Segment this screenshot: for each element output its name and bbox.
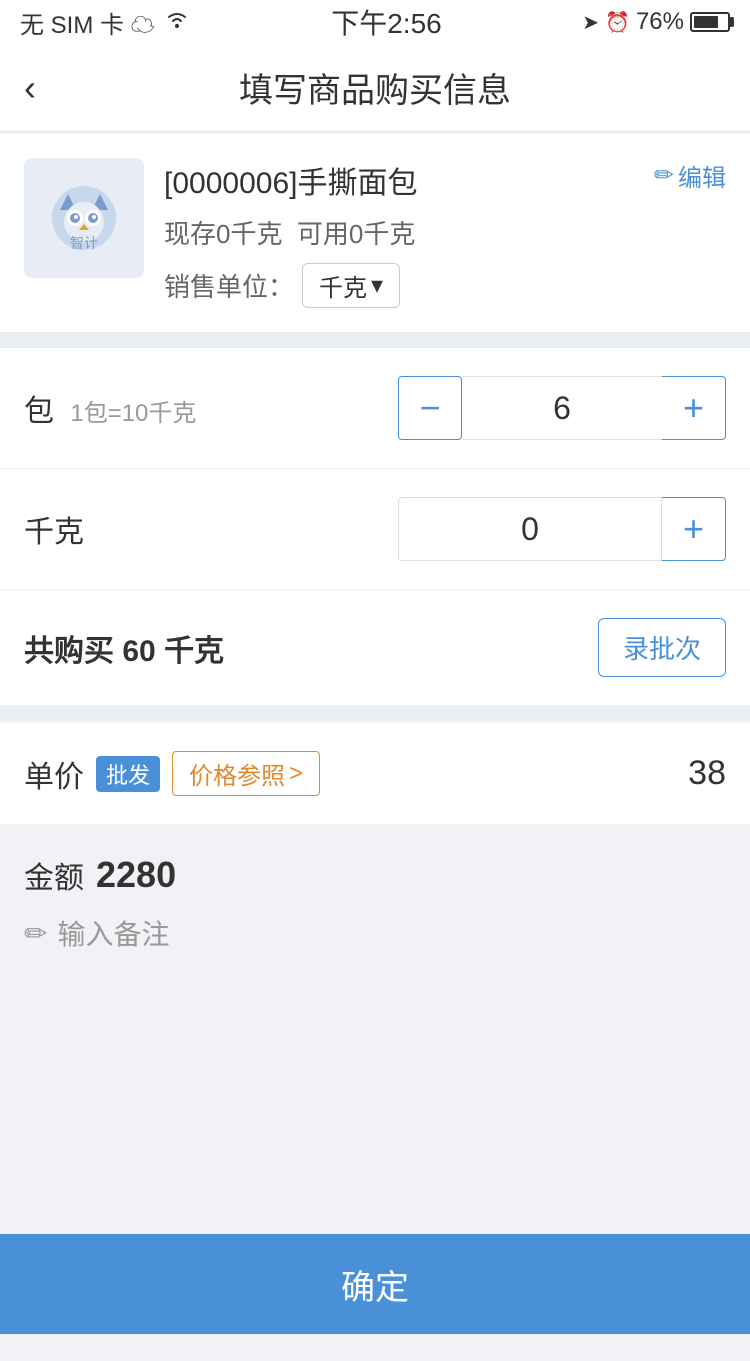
kg-label: 千克 xyxy=(24,507,398,551)
confirm-button[interactable]: 确定 xyxy=(341,1260,409,1309)
package-label: 包 1包=10千克 xyxy=(24,386,398,430)
price-tag: 批发 xyxy=(96,756,160,792)
status-bar: 无 SIM 卡 ☁ 下午2:56 ➤ ⏰ 76% xyxy=(0,0,750,44)
input-section: 包 1包=10千克 − + 千克 + xyxy=(0,348,750,590)
amount-section: 金额 2280 ✏ 输入备注 xyxy=(0,825,750,981)
page-title: 填写商品购买信息 xyxy=(239,63,511,112)
back-icon: ‹ xyxy=(24,67,36,108)
product-info: [0000006]手撕面包 现存0千克 可用0千克 销售单位： 千克 ▾ xyxy=(164,158,726,308)
summary-text: 共购买 60 千克 xyxy=(24,626,224,670)
kg-row: 千克 + xyxy=(0,469,750,590)
note-icon: ✏ xyxy=(24,917,47,950)
price-ref-button[interactable]: 价格参照 > xyxy=(172,751,320,796)
amount-label: 金额 xyxy=(24,853,84,897)
price-value: 38 xyxy=(688,754,726,793)
amount-value: 2280 xyxy=(96,854,176,896)
product-stock: 现存0千克 可用0千克 xyxy=(164,214,726,251)
price-row: 单价 批发 价格参照 > 38 xyxy=(0,723,750,825)
edit-icon: ✏ xyxy=(654,161,674,190)
summary-row: 共购买 60 千克 录批次 xyxy=(0,590,750,705)
price-label: 单价 xyxy=(24,752,84,796)
kg-quantity-input[interactable] xyxy=(398,497,662,561)
package-decrease-button[interactable]: − xyxy=(398,376,462,440)
product-image: 智计 xyxy=(48,182,120,254)
confirm-bar[interactable]: 确定 xyxy=(0,1234,750,1334)
product-name: [0000006]手撕面包 xyxy=(164,158,726,202)
back-button[interactable]: ‹ xyxy=(24,67,36,109)
alarm-icon: ⏰ xyxy=(605,10,630,35)
divider-2 xyxy=(0,705,750,721)
unit-selector[interactable]: 千克 ▾ xyxy=(302,263,400,308)
package-quantity-control: − + xyxy=(398,376,726,440)
package-conversion: 1包=10千克 xyxy=(70,400,196,427)
package-quantity-input[interactable] xyxy=(462,376,662,440)
kg-quantity-control: + xyxy=(398,497,726,561)
status-right: ➤ ⏰ 76% xyxy=(582,8,730,36)
wifi-icon xyxy=(163,8,191,36)
product-thumbnail: 智计 xyxy=(24,158,144,278)
price-ref-arrow: > xyxy=(289,760,303,788)
price-section: 单价 批发 价格参照 > 38 xyxy=(0,723,750,825)
price-left: 单价 批发 价格参照 > xyxy=(24,751,320,796)
batch-button[interactable]: 录批次 xyxy=(598,618,726,677)
status-time: 下午2:56 xyxy=(331,2,442,42)
sim-label: 无 SIM 卡 ☁ xyxy=(20,5,155,40)
edit-button[interactable]: ✏ 编辑 xyxy=(654,158,726,193)
divider-1 xyxy=(0,332,750,348)
location-icon: ➤ xyxy=(582,10,599,35)
product-unit: 销售单位： 千克 ▾ xyxy=(164,263,726,308)
svg-text:智计: 智计 xyxy=(70,235,98,251)
battery-percent: 76% xyxy=(636,8,684,36)
product-card: 智计 [0000006]手撕面包 现存0千克 可用0千克 销售单位： 千克 ▾ … xyxy=(0,134,750,332)
unit-dropdown-icon: ▾ xyxy=(371,271,383,300)
kg-increase-button[interactable]: + xyxy=(662,497,726,561)
nav-bar: ‹ 填写商品购买信息 xyxy=(0,44,750,132)
note-placeholder: 输入备注 xyxy=(57,913,169,953)
package-row: 包 1包=10千克 − + xyxy=(0,348,750,469)
note-row[interactable]: ✏ 输入备注 xyxy=(24,913,726,953)
amount-row: 金额 2280 xyxy=(24,853,726,897)
package-increase-button[interactable]: + xyxy=(662,376,726,440)
status-left: 无 SIM 卡 ☁ xyxy=(20,5,191,40)
battery-icon xyxy=(690,12,730,32)
